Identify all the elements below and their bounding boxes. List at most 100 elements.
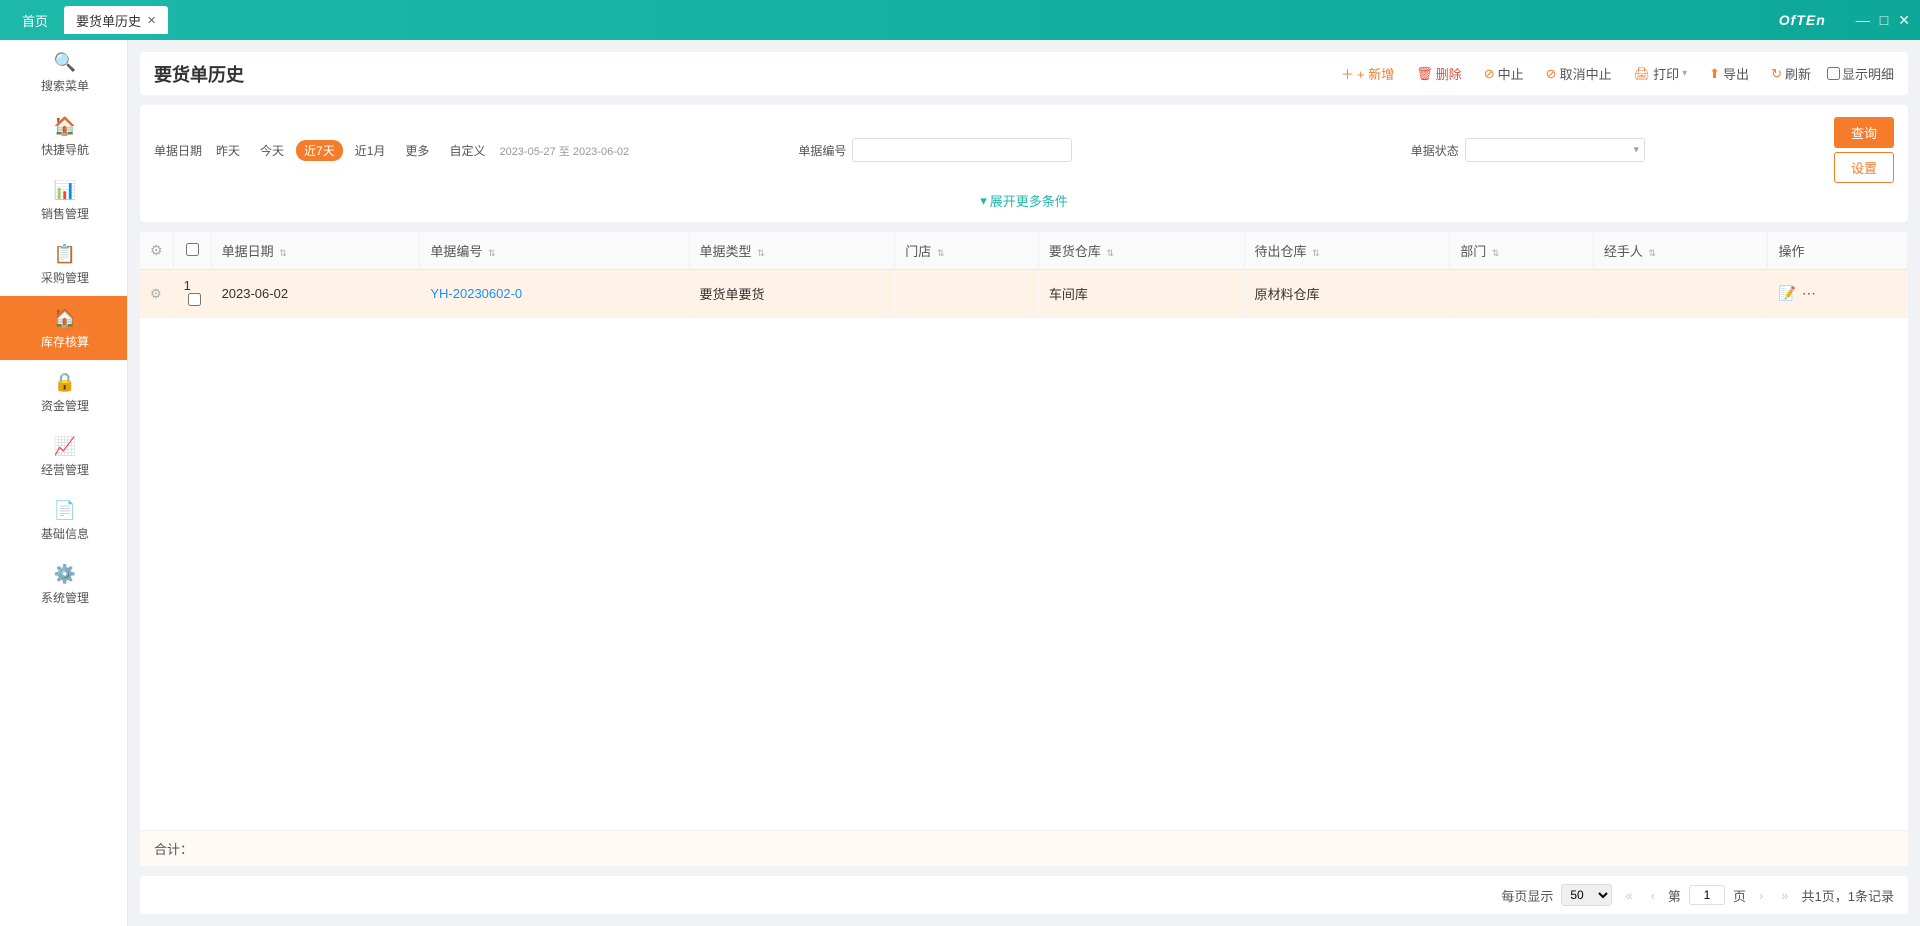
- th-action-label: 操作: [1778, 244, 1804, 259]
- sidebar-item-basic-info[interactable]: 📄 基础信息: [0, 488, 127, 552]
- document-icon: 📄: [54, 500, 76, 521]
- th-handler-sort-icon[interactable]: ⇅: [1648, 248, 1656, 258]
- chart-icon: 📊: [54, 180, 76, 201]
- th-dept-label: 部门: [1460, 244, 1486, 259]
- th-dept-sort-icon[interactable]: ⇅: [1492, 248, 1500, 258]
- sidebar-item-finance[interactable]: 🔒 资金管理: [0, 360, 127, 424]
- print-button[interactable]: 🖨 打印 ▾: [1628, 60, 1694, 87]
- tab-requisition-history[interactable]: 要货单历史 ✕: [64, 6, 168, 34]
- edit-action-icon[interactable]: 📝: [1778, 285, 1795, 302]
- th-handler: 经手人 ⇅: [1593, 232, 1768, 270]
- sidebar-item-search[interactable]: 🔍 搜索菜单: [0, 40, 127, 104]
- refresh-button[interactable]: ↻ 刷新: [1765, 60, 1817, 87]
- stop-button[interactable]: ⊘ 中止: [1478, 60, 1530, 87]
- export-label: 导出: [1723, 64, 1749, 83]
- sidebar-item-inventory-label: 库存核算: [41, 333, 89, 350]
- sidebar-item-search-label: 搜索菜单: [41, 77, 89, 94]
- per-page-label: 每页显示: [1501, 886, 1553, 905]
- order-no-input[interactable]: [852, 138, 1072, 162]
- trend-icon: 📈: [54, 436, 76, 457]
- select-all-checkbox[interactable]: [186, 243, 199, 256]
- sidebar-item-quick-nav[interactable]: 🏠 快捷导航: [0, 104, 127, 168]
- table-row[interactable]: ⚙ 1 2023-06-02 YH-20230602-0 要货单要货 车间库: [140, 270, 1908, 318]
- sidebar-item-operations[interactable]: 📈 经营管理: [0, 424, 127, 488]
- export-icon: ⬆: [1709, 66, 1720, 82]
- delete-button[interactable]: 🗑 删除: [1410, 60, 1468, 87]
- minimize-button[interactable]: —: [1856, 12, 1870, 28]
- stop-icon: ⊘: [1484, 66, 1495, 82]
- th-pending-warehouse-sort-icon[interactable]: ⇅: [1312, 248, 1320, 258]
- th-date-sort-icon[interactable]: ⇅: [279, 248, 287, 258]
- th-order-type-sort-icon[interactable]: ⇅: [757, 248, 765, 258]
- td-dept: [1450, 270, 1594, 318]
- order-no-label: 单据编号: [798, 142, 846, 159]
- order-no-link[interactable]: YH-20230602-0: [430, 286, 522, 301]
- row-checkbox[interactable]: [188, 293, 201, 306]
- th-date: 单据日期 ⇅: [211, 232, 420, 270]
- td-order-type: 要货单要货: [689, 270, 895, 318]
- page-header: 要货单历史 ＋ + 新增 🗑 删除 ⊘ 中止 ⊘ 取消中止: [140, 52, 1908, 95]
- sidebar-item-system-label: 系统管理: [41, 589, 89, 606]
- date-range-text: 2023-05-27 至 2023-06-02: [499, 143, 629, 159]
- stop-label: 中止: [1498, 64, 1524, 83]
- date-pill-yesterday[interactable]: 昨天: [208, 140, 248, 161]
- content-area: 要货单历史 ＋ + 新增 🗑 删除 ⊘ 中止 ⊘ 取消中止: [128, 40, 1920, 926]
- sidebar-item-inventory[interactable]: 🏠 库存核算: [0, 296, 127, 360]
- filter-area: 单据日期 昨天 今天 近7天 近1月 更多 自定义 2023-05-27 至 2…: [140, 105, 1908, 222]
- table-settings-icon[interactable]: ⚙: [150, 242, 163, 258]
- expand-more-button[interactable]: ▾ 展开更多条件: [154, 191, 1894, 210]
- gear-icon: ⚙️: [54, 564, 76, 585]
- date-pill-today[interactable]: 今天: [252, 140, 292, 161]
- new-button[interactable]: ＋ + 新增: [1335, 60, 1400, 87]
- date-pill-1month[interactable]: 近1月: [347, 140, 394, 161]
- th-req-warehouse-sort-icon[interactable]: ⇅: [1106, 248, 1114, 258]
- lock-icon: 🔒: [54, 372, 76, 393]
- show-detail-button[interactable]: 显示明细: [1827, 64, 1894, 83]
- close-button[interactable]: ✕: [1898, 12, 1910, 29]
- order-no-filter-group: 单据编号: [649, 138, 1221, 162]
- toolbar: ＋ + 新增 🗑 删除 ⊘ 中止 ⊘ 取消中止 🖨 打印: [1335, 60, 1894, 87]
- date-pill-more[interactable]: 更多: [397, 140, 437, 161]
- query-button[interactable]: 查询: [1834, 117, 1894, 148]
- table-header-row: ⚙ 单据日期 ⇅ 单据编号 ⇅: [140, 232, 1908, 270]
- status-select[interactable]: [1465, 138, 1645, 162]
- clipboard-icon: 📋: [54, 244, 76, 265]
- action-btns: 📝 ⋯: [1778, 285, 1897, 302]
- first-page-button[interactable]: «: [1620, 886, 1637, 905]
- print-arrow-icon: ▾: [1682, 68, 1687, 79]
- tab-home[interactable]: 首页: [10, 6, 60, 34]
- th-order-type: 单据类型 ⇅: [689, 232, 895, 270]
- next-page-button[interactable]: ›: [1754, 886, 1768, 905]
- date-pill-custom[interactable]: 自定义: [441, 140, 493, 161]
- show-detail-checkbox[interactable]: [1827, 67, 1840, 80]
- per-page-select[interactable]: 50 100 200: [1561, 884, 1612, 906]
- prev-page-button[interactable]: ‹: [1646, 886, 1660, 905]
- sidebar-item-quick-nav-label: 快捷导航: [41, 141, 89, 158]
- table-footer: 合计：: [140, 830, 1908, 866]
- main-layout: 🔍 搜索菜单 🏠 快捷导航 📊 销售管理 📋 采购管理 🏠 库存核算 🔒 资金管…: [0, 40, 1920, 926]
- export-button[interactable]: ⬆ 导出: [1703, 60, 1755, 87]
- last-page-button[interactable]: »: [1776, 886, 1793, 905]
- page-title: 要货单历史: [154, 61, 244, 87]
- filter-row: 单据日期 昨天 今天 近7天 近1月 更多 自定义 2023-05-27 至 2…: [154, 117, 1894, 183]
- th-store-sort-icon[interactable]: ⇅: [937, 248, 945, 258]
- tab-requisition-history-label: 要货单历史: [76, 11, 141, 30]
- tab-close-icon[interactable]: ✕: [147, 14, 156, 27]
- th-req-warehouse-label: 要货仓库: [1049, 244, 1101, 259]
- sidebar-item-system[interactable]: ⚙️ 系统管理: [0, 552, 127, 616]
- sidebar-item-sales[interactable]: 📊 销售管理: [0, 168, 127, 232]
- more-action-icon[interactable]: ⋯: [1802, 285, 1816, 302]
- sidebar-item-purchase[interactable]: 📋 采购管理: [0, 232, 127, 296]
- cancel-stop-button[interactable]: ⊘ 取消中止: [1540, 60, 1618, 87]
- date-pill-7days[interactable]: 近7天: [296, 140, 343, 161]
- maximize-button[interactable]: □: [1880, 12, 1888, 28]
- td-action: 📝 ⋯: [1768, 270, 1908, 318]
- row-settings-icon[interactable]: ⚙: [150, 286, 162, 301]
- filter-actions: 查询 设置: [1834, 117, 1894, 183]
- th-order-no-sort-icon[interactable]: ⇅: [488, 248, 496, 258]
- brand-label: OfTEn: [1779, 12, 1826, 28]
- th-handler-label: 经手人: [1604, 244, 1643, 259]
- th-checkbox: [173, 232, 211, 270]
- settings-button[interactable]: 设置: [1834, 152, 1894, 183]
- page-number-input[interactable]: [1689, 885, 1725, 905]
